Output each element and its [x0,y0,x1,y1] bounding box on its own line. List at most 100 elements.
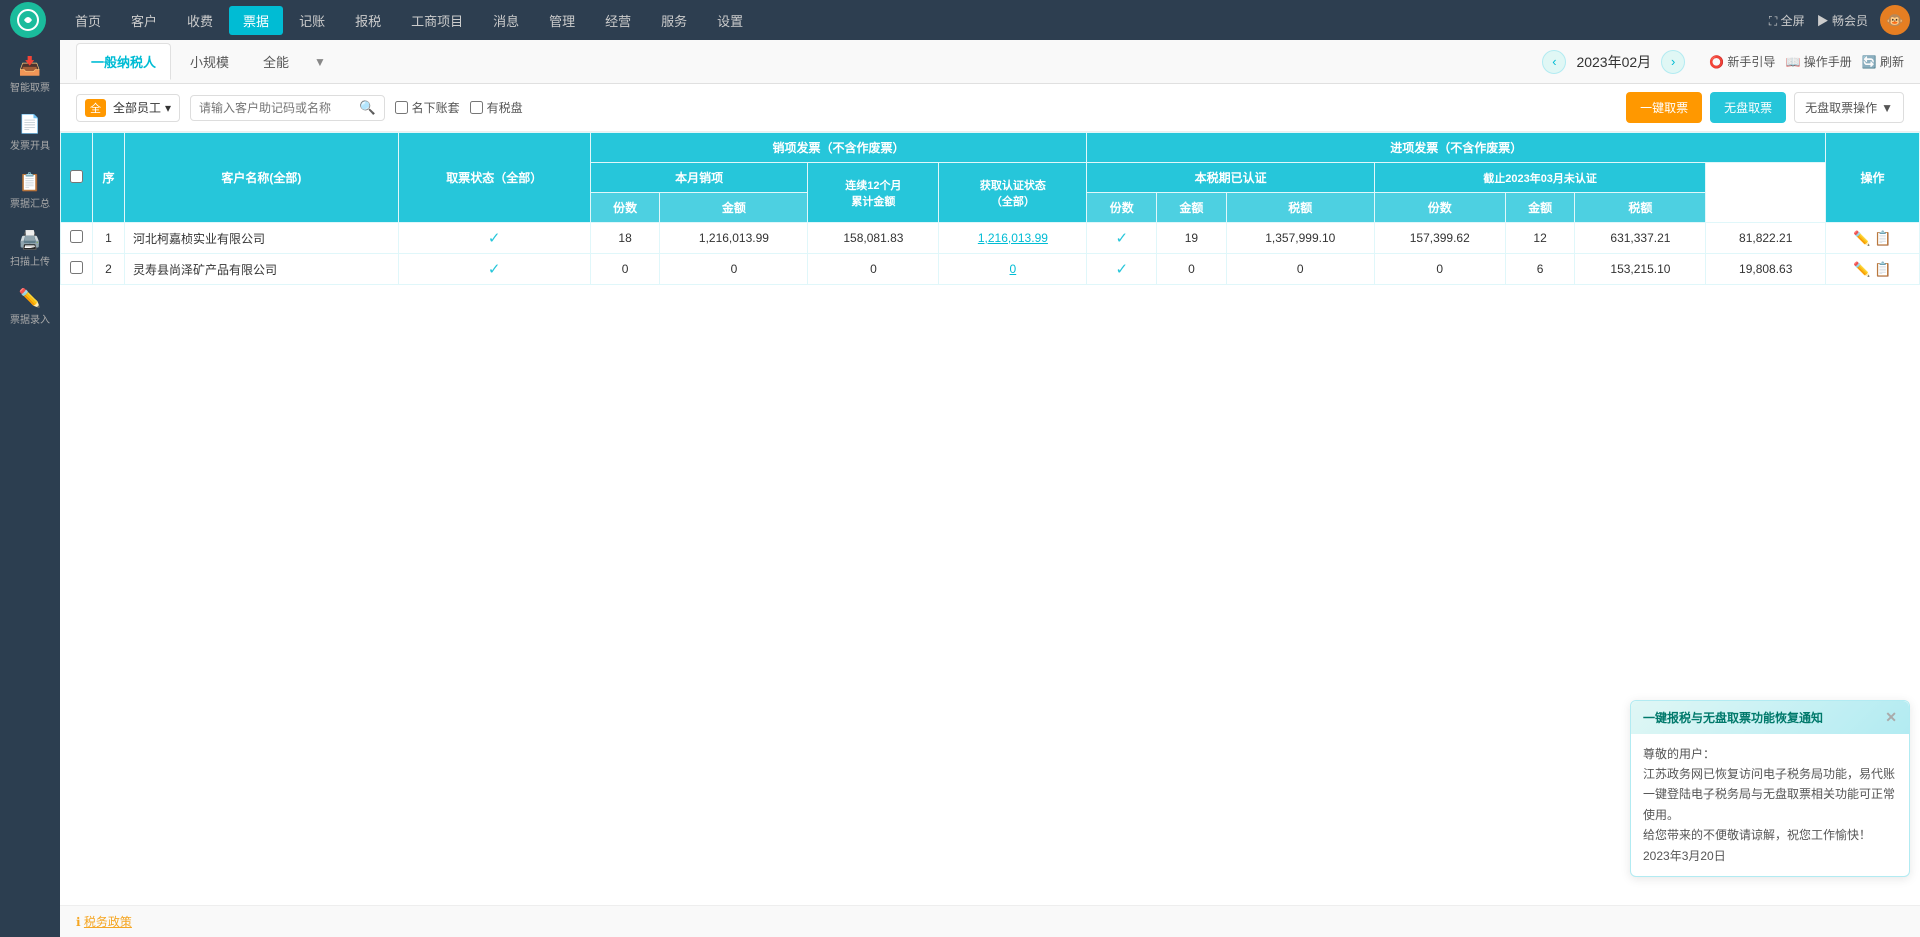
row-unconf-count: 12 [1505,223,1575,254]
next-month-btn[interactable]: › [1661,50,1685,74]
row-sales-status: ✓ [398,254,590,285]
sidebar-item-票据录入[interactable]: ✏️票据录入 [3,282,57,332]
offline-checkbox[interactable] [395,101,408,114]
notification-close-btn[interactable]: ✕ [1885,709,1897,726]
current-date: 2023年02月 [1576,52,1651,72]
th-confirmed-amount: 金额 [1157,193,1227,223]
row-sales-12m: 1,216,013.99 [939,223,1087,254]
th-checkbox [61,133,93,223]
nav-item-工商项目[interactable]: 工商项目 [397,6,477,35]
th-unconf-count: 份数 [1374,193,1505,223]
offline-checkbox-label[interactable]: 名下账套 [395,99,460,116]
member-btn[interactable]: ▶ 畅会员 [1817,12,1868,29]
row-checkbox[interactable] [70,261,83,274]
bottom-bar: ℹ 税务政策 [60,905,1920,937]
row-confirmed-amount: 0 [1226,254,1374,285]
nav-item-设置[interactable]: 设置 [703,6,757,35]
action-新手引导[interactable]: ⭕ 新手引导 [1709,53,1775,70]
prev-month-btn[interactable]: ‹ [1542,50,1566,74]
edit-icon[interactable]: ✏️ [1853,261,1870,277]
row-index: 1 [93,223,125,254]
notification-panel: 一键报税与无盘取票功能恢复通知 ✕ 尊敬的用户：江苏政务网已恢复访问电子税务局功… [1630,700,1910,877]
employee-select[interactable]: 全 全部员工 ▾ [76,94,180,122]
th-get-cert-status: 获取认证状态（全部） [939,163,1087,223]
th-ops: 操作 [1826,133,1920,223]
sidebar-item-发票开具[interactable]: 📄发票开具 [3,108,57,158]
search-input[interactable] [199,101,359,115]
row-sales-count: 0 [590,254,660,285]
table-row: 2 灵寿县尚泽矿产品有限公司 ✓ 0 0 0 0 ✓ 0 0 0 6 153,2… [61,254,1920,285]
nav-item-服务[interactable]: 服务 [647,6,701,35]
action-bar: 全 全部员工 ▾ 🔍 名下账套 有税盘 一键取票 无盘取票 无盘取票操作 [60,84,1920,132]
row-checkbox-cell[interactable] [61,254,93,285]
sub-tab-一般纳税人[interactable]: 一般纳税人 [76,43,171,80]
action-操作手册[interactable]: 📖 操作手册 [1785,53,1851,70]
avatar[interactable]: 🐵 [1880,5,1910,35]
sidebar: 📥智能取票 📄发票开具 📋票据汇总 🖨️扫描上传 ✏️票据录入 [0,40,60,937]
no-disk-btn[interactable]: 无盘取票 [1710,92,1786,123]
sidebar-item-智能取票[interactable]: 📥智能取票 [3,50,57,100]
employee-dropdown-icon: ▾ [165,101,171,115]
row-purchase-status: ✓ [1087,254,1157,285]
sidebar-item-票据汇总[interactable]: 📋票据汇总 [3,166,57,216]
sidebar-item-扫描上传[interactable]: 🖨️扫描上传 [3,224,57,274]
employee-label: 全部员工 [113,99,161,116]
nav-item-收费[interactable]: 收费 [173,6,227,35]
tax-info-icon: ℹ [76,915,81,929]
row-unconf-amount: 631,337.21 [1575,223,1706,254]
app-logo [10,2,46,38]
tax-disk-checkbox-label[interactable]: 有税盘 [470,99,523,116]
th-customer: 客户名称(全部) [125,133,399,223]
nav-item-报税[interactable]: 报税 [341,6,395,35]
sidebar-icon: ✏️ [19,288,41,309]
row-sales-amount: 0 [660,254,808,285]
row-unconf-count: 6 [1505,254,1575,285]
one-click-btn[interactable]: 一键取票 [1626,92,1702,123]
no-disk-ops-btn[interactable]: 无盘取票操作 ▼ [1794,92,1904,123]
action-刷新[interactable]: 🔄 刷新 [1862,53,1904,70]
row-sales-amount: 1,216,013.99 [660,223,808,254]
date-navigation: ‹ 2023年02月 › [1542,50,1685,74]
row-checkbox[interactable] [70,230,83,243]
more-tabs-btn[interactable]: ▼ [308,51,332,73]
th-sales-group: 销项发票（不含作废票） [590,133,1087,163]
tax-disk-checkbox[interactable] [470,101,483,114]
row-actions: ✏️ 📋 [1826,254,1920,285]
row-index: 2 [93,254,125,285]
nav-item-票据[interactable]: 票据 [229,6,283,35]
edit-icon[interactable]: ✏️ [1853,230,1870,246]
nav-item-首页[interactable]: 首页 [61,6,115,35]
nav-item-客户[interactable]: 客户 [117,6,171,35]
row-unconf-tax: 81,822.21 [1706,223,1826,254]
sidebar-icon: 📥 [19,56,41,77]
sub-tab-小规模[interactable]: 小规模 [175,43,244,80]
th-unconfirmed: 截止2023年03月未认证 [1374,163,1706,193]
th-index: 序 [93,133,125,223]
table-row: 1 河北柯嘉桢实业有限公司 ✓ 18 1,216,013.99 158,081.… [61,223,1920,254]
tax-policy-link[interactable]: 税务政策 [84,913,132,930]
view-icon[interactable]: 📋 [1874,230,1891,246]
view-icon[interactable]: 📋 [1874,261,1891,277]
nav-item-消息[interactable]: 消息 [479,6,533,35]
notification-header: 一键报税与无盘取票功能恢复通知 ✕ [1631,701,1909,734]
row-confirmed-count: 19 [1157,223,1227,254]
main-table: 序 客户名称(全部) 取票状态（全部） 销项发票（不含作废票） 进项发票（不含作… [60,132,1920,285]
row-unconf-amount: 153,215.10 [1575,254,1706,285]
row-confirmed-count: 0 [1157,254,1227,285]
sub-tab-全能[interactable]: 全能 [248,43,304,80]
row-unconf-tax: 19,808.63 [1706,254,1826,285]
fullscreen-btn[interactable]: ⛶ 全屏 [1769,12,1805,29]
sidebar-icon: 📄 [19,114,41,135]
th-unconf-amount: 金额 [1505,193,1575,223]
th-confirmed-tax: 税额 [1226,193,1374,223]
row-sales-status: ✓ [398,223,590,254]
nav-item-记账[interactable]: 记账 [285,6,339,35]
ops-arrow-icon: ▼ [1881,101,1893,115]
row-actions: ✏️ 📋 [1826,223,1920,254]
row-checkbox-cell[interactable] [61,223,93,254]
row-confirmed-tax: 0 [1374,254,1505,285]
select-all-checkbox[interactable] [70,170,83,183]
nav-item-经营[interactable]: 经营 [591,6,645,35]
search-button[interactable]: 🔍 [359,100,376,116]
nav-item-管理[interactable]: 管理 [535,6,589,35]
